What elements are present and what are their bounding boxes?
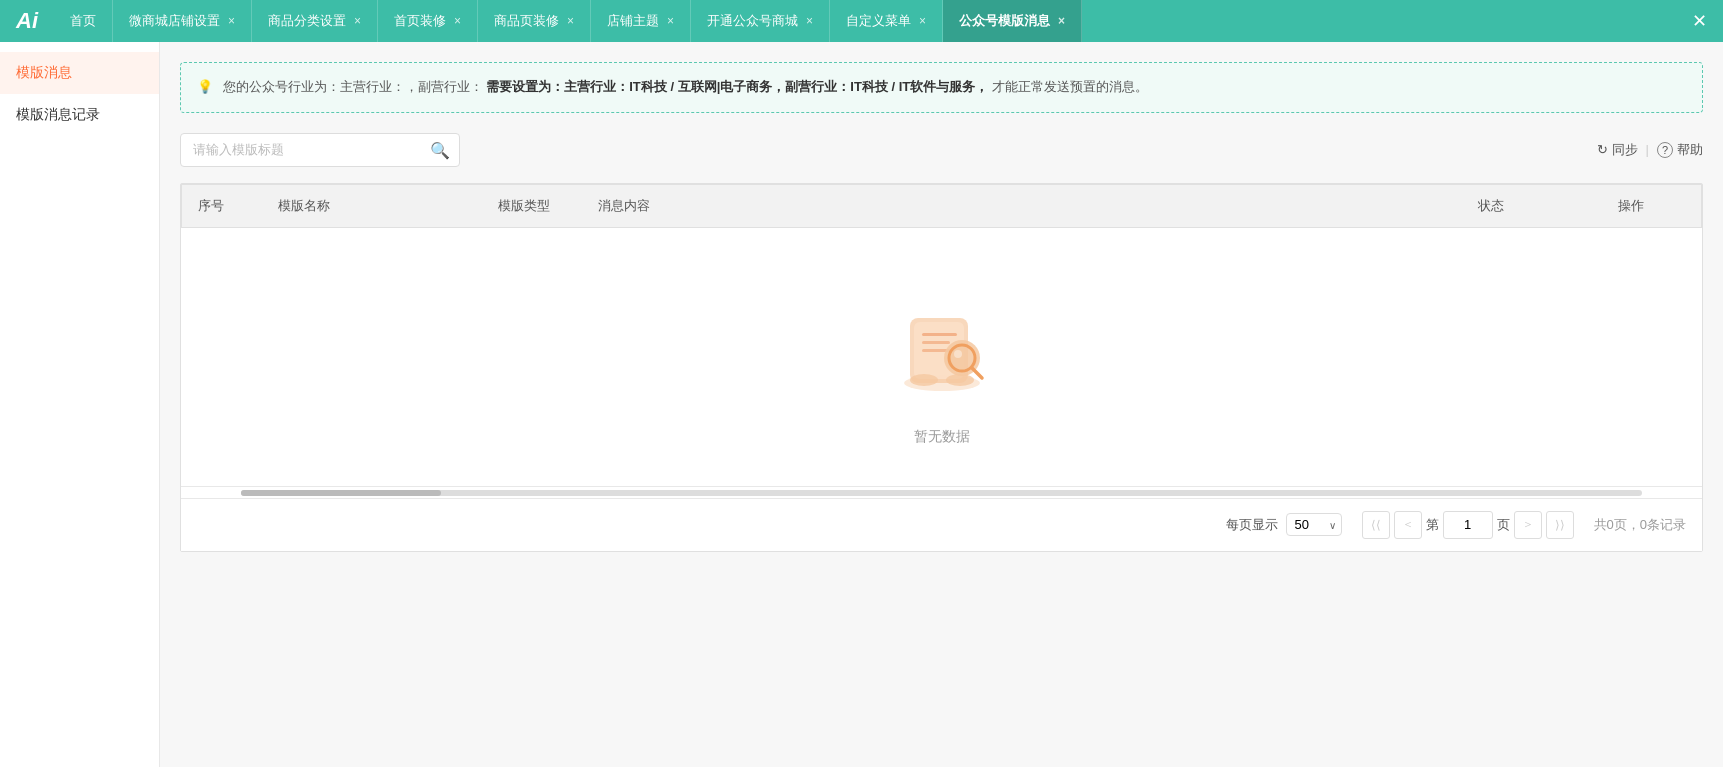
- search-input-wrap: 🔍: [180, 133, 460, 167]
- current-page-input[interactable]: [1443, 511, 1493, 539]
- svg-rect-3: [922, 333, 957, 336]
- nav-tab-product-deco-label: 商品页装修: [494, 12, 559, 30]
- nav-tab-home[interactable]: 首页: [54, 0, 113, 42]
- col-header-type: 模版类型: [482, 184, 582, 227]
- nav-tab-open-wechat[interactable]: 开通公众号商城 ×: [691, 0, 830, 42]
- svg-line-10: [972, 368, 982, 378]
- notice-text-after: 才能正常发送预置的消息。: [992, 79, 1148, 94]
- nav-tab-shop-settings[interactable]: 微商城店铺设置 ×: [113, 0, 252, 42]
- help-button[interactable]: ? 帮助: [1657, 141, 1703, 159]
- sidebar-item-template-msg[interactable]: 模版消息: [0, 52, 159, 94]
- nav-tab-home-deco-close[interactable]: ×: [454, 14, 461, 28]
- page-size-select-wrap: 50 10 20 100: [1286, 513, 1342, 536]
- search-icon[interactable]: 🔍: [430, 140, 450, 159]
- notice-box: 💡 您的公众号行业为：主营行业：，副营行业： 需要设置为：主营行业：IT科技 /…: [180, 62, 1703, 113]
- nav-tab-home-deco-label: 首页装修: [394, 12, 446, 30]
- data-table: 序号 模版名称 模版类型 消息内容 状态 操作: [181, 184, 1702, 228]
- nav-tab-template-msg-label: 公众号模版消息: [959, 12, 1050, 30]
- sidebar-item-template-record-label: 模版消息记录: [16, 106, 100, 122]
- nav-tab-home-label: 首页: [70, 12, 96, 30]
- nav-tab-custom-menu-label: 自定义菜单: [846, 12, 911, 30]
- close-all-button[interactable]: ✕: [1676, 10, 1723, 32]
- nav-tab-theme-label: 店铺主题: [607, 12, 659, 30]
- sidebar-item-template-record[interactable]: 模版消息记录: [0, 94, 159, 136]
- last-page-button[interactable]: ⟩⟩: [1546, 511, 1574, 539]
- sync-label: 同步: [1612, 141, 1638, 159]
- horizontal-scrollbar[interactable]: [181, 486, 1702, 498]
- scrollbar-track: [241, 490, 1642, 496]
- svg-rect-4: [922, 341, 950, 344]
- col-header-content: 消息内容: [582, 184, 1462, 227]
- nav-tab-shop-settings-close[interactable]: ×: [228, 14, 235, 28]
- nav-tab-custom-menu-close[interactable]: ×: [919, 14, 926, 28]
- table-container: 序号 模版名称 模版类型 消息内容 状态 操作: [180, 183, 1703, 552]
- col-header-action: 操作: [1602, 184, 1702, 227]
- content-area: 💡 您的公众号行业为：主营行业：，副营行业： 需要设置为：主营行业：IT科技 /…: [160, 42, 1723, 767]
- page-label-before: 第: [1426, 516, 1439, 534]
- notice-icon: 💡: [197, 79, 213, 94]
- sync-button[interactable]: ↻ 同步: [1597, 141, 1638, 159]
- notice-highlight: 需要设置为：主营行业：IT科技 / 互联网|电子商务，副营行业：IT科技 / I…: [486, 79, 988, 94]
- nav-tab-open-wechat-close[interactable]: ×: [806, 14, 813, 28]
- col-header-status: 状态: [1462, 184, 1602, 227]
- nav-tab-product-deco-close[interactable]: ×: [567, 14, 574, 28]
- search-input[interactable]: [180, 133, 460, 167]
- page-size-select[interactable]: 50 10 20 100: [1286, 513, 1342, 536]
- empty-state: 暂无数据: [181, 228, 1702, 486]
- nav-tab-product-deco[interactable]: 商品页装修 ×: [478, 0, 591, 42]
- svg-point-11: [954, 350, 962, 358]
- nav-tab-theme[interactable]: 店铺主题 ×: [591, 0, 691, 42]
- total-info: 共0页，0条记录: [1594, 516, 1686, 534]
- search-bar: 🔍 ↻ 同步 | ? 帮助: [180, 133, 1703, 167]
- nav-tab-template-msg-close[interactable]: ×: [1058, 14, 1065, 28]
- nav-tab-category-close[interactable]: ×: [354, 14, 361, 28]
- help-label: 帮助: [1677, 141, 1703, 159]
- sidebar: 模版消息 模版消息记录: [0, 42, 160, 767]
- sync-icon: ↻: [1597, 142, 1608, 157]
- col-header-index: 序号: [182, 184, 262, 227]
- toolbar-divider: |: [1646, 142, 1649, 157]
- top-nav-bar: Ai 首页 微商城店铺设置 × 商品分类设置 × 首页装修 × 商品页装修 × …: [0, 0, 1723, 42]
- nav-tab-open-wechat-label: 开通公众号商城: [707, 12, 798, 30]
- nav-tab-category-label: 商品分类设置: [268, 12, 346, 30]
- notice-text-before: 您的公众号行业为：主营行业：，副营行业：: [223, 79, 483, 94]
- empty-illustration: [882, 288, 1002, 408]
- nav-tab-theme-close[interactable]: ×: [667, 14, 674, 28]
- prev-page-button[interactable]: ＜: [1394, 511, 1422, 539]
- col-header-name: 模版名称: [262, 184, 482, 227]
- table-header-row: 序号 模版名称 模版类型 消息内容 状态 操作: [182, 184, 1702, 227]
- next-page-button[interactable]: ＞: [1514, 511, 1542, 539]
- pagination: 每页显示 50 10 20 100 ⟨⟨ ＜ 第 页 ＞ ⟩⟩: [181, 498, 1702, 551]
- empty-text: 暂无数据: [914, 428, 970, 446]
- svg-point-6: [910, 374, 938, 386]
- help-icon: ?: [1657, 142, 1673, 158]
- nav-tab-shop-settings-label: 微商城店铺设置: [129, 12, 220, 30]
- app-logo: Ai: [0, 8, 54, 34]
- nav-tab-home-deco[interactable]: 首页装修 ×: [378, 0, 478, 42]
- nav-tab-category[interactable]: 商品分类设置 ×: [252, 0, 378, 42]
- nav-tab-template-msg[interactable]: 公众号模版消息 ×: [943, 0, 1082, 42]
- toolbar-right: ↻ 同步 | ? 帮助: [1597, 141, 1703, 159]
- page-label-after: 页: [1497, 516, 1510, 534]
- sidebar-item-template-msg-label: 模版消息: [16, 64, 72, 80]
- nav-tab-custom-menu[interactable]: 自定义菜单 ×: [830, 0, 943, 42]
- page-navigation: ⟨⟨ ＜ 第 页 ＞ ⟩⟩: [1362, 511, 1574, 539]
- first-page-button[interactable]: ⟨⟨: [1362, 511, 1390, 539]
- scrollbar-thumb[interactable]: [241, 490, 441, 496]
- page-size-label: 每页显示: [1226, 516, 1278, 534]
- main-layout: 模版消息 模版消息记录 💡 您的公众号行业为：主营行业：，副营行业： 需要设置为…: [0, 42, 1723, 767]
